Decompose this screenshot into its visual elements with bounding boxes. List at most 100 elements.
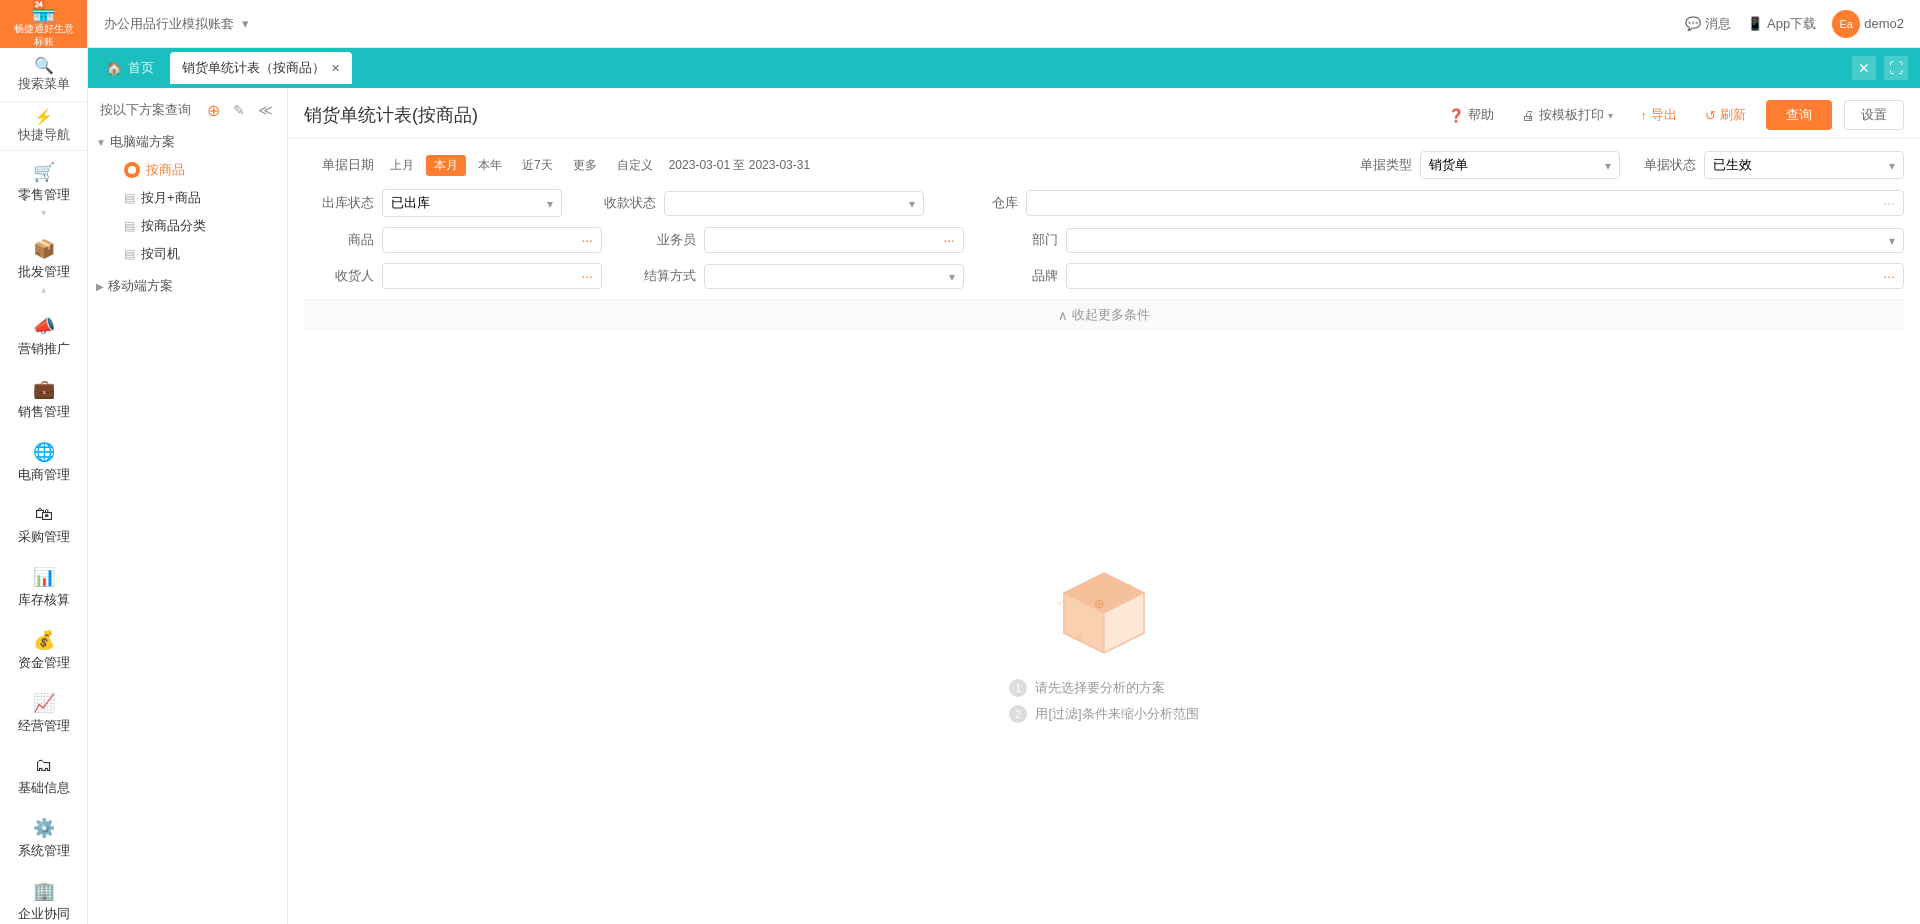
doc-type-chevron <box>1605 158 1611 173</box>
salesman-dots[interactable]: ··· <box>943 232 955 248</box>
sidebar-search[interactable]: 🔍 搜索菜单 <box>0 48 87 102</box>
storage-select[interactable]: ··· <box>1026 190 1904 216</box>
panel-header-label: 按以下方案查询 <box>100 101 191 119</box>
receiver-dots[interactable]: ··· <box>581 268 593 284</box>
filter-area: 单据日期 上月 本月 本年 近7天 更多 自定义 2023-03-01 至 20… <box>288 139 1920 342</box>
sidebar-item-base[interactable]: 🗂 基础信息 <box>0 745 87 807</box>
logo-text: 畅捷通好生意 <box>14 23 74 35</box>
salesman-label: 业务员 <box>626 231 696 249</box>
warehouse-label: 出库状态 <box>304 194 374 212</box>
ecom-icon: 🌐 <box>33 441 55 463</box>
scheme-by-goods-cat[interactable]: ▤ 按商品分类 <box>104 212 287 240</box>
app-download-btn[interactable]: 📱 App下载 <box>1747 15 1816 33</box>
date-label: 单据日期 <box>304 156 374 174</box>
inventory-icon: 📊 <box>33 566 55 588</box>
goods-dots[interactable]: ··· <box>581 232 593 248</box>
industry-dropdown-icon[interactable]: ▾ <box>242 16 249 31</box>
user-avatar-btn[interactable]: Ea demo2 <box>1832 10 1904 38</box>
logo-icon: 🏪 <box>31 0 56 23</box>
sidebar-item-marketing[interactable]: 📣 营销推广 <box>0 305 87 368</box>
warehouse-select[interactable]: 已出库 <box>382 189 562 217</box>
ops-icon: 📈 <box>33 692 55 714</box>
goods-select[interactable]: ··· <box>382 227 602 253</box>
messages-btn[interactable]: 💬 消息 <box>1685 15 1731 33</box>
help-btn[interactable]: ❓ 帮助 <box>1440 102 1502 128</box>
dept-label: 部门 <box>988 231 1058 249</box>
base-icon: 🗂 <box>35 755 53 776</box>
sidebar-item-ecom[interactable]: 🌐 电商管理 <box>0 431 87 494</box>
empty-tip-1: 1 请先选择要分析的方案 <box>1009 679 1198 697</box>
doc-status-value: 已生效 <box>1713 156 1752 174</box>
query-btn[interactable]: 查询 <box>1766 100 1832 130</box>
sidebar-item-retail[interactable]: 🛒 零售管理 ▾ <box>0 151 87 228</box>
brand-select[interactable]: ··· <box>1066 263 1904 289</box>
tabbar-close-btn[interactable]: ✕ <box>1852 56 1876 80</box>
storage-dots[interactable]: ··· <box>1883 195 1895 211</box>
date-pill-7days[interactable]: 近7天 <box>514 155 561 176</box>
salesman-select[interactable]: ··· <box>704 227 964 253</box>
date-pill-this-year[interactable]: 本年 <box>470 155 510 176</box>
collapse-panel-icon[interactable]: ≪ <box>255 100 275 120</box>
sidebar-item-ops[interactable]: 📈 经营管理 <box>0 682 87 745</box>
sidebar-item-enterprise[interactable]: 🏢 企业协同 <box>0 870 87 924</box>
system-icon: ⚙️ <box>33 817 55 839</box>
brand-dots[interactable]: ··· <box>1883 268 1895 284</box>
sidebar-item-purchase[interactable]: 🛍 采购管理 <box>0 494 87 556</box>
sidebar-item-sales[interactable]: 💼 销售管理 <box>0 368 87 431</box>
scheme-by-machine[interactable]: ▤ 按司机 <box>104 240 287 268</box>
tab-home[interactable]: 🏠 首页 <box>94 52 166 84</box>
collapse-filter-btn[interactable]: ∧ 收起更多条件 <box>304 299 1904 330</box>
print-dropdown-icon: ▾ <box>1608 110 1613 121</box>
tab-close-icon[interactable]: ✕ <box>331 62 340 75</box>
page-header: 销货单统计表(按商品) ❓ 帮助 🖨 按模板打印 ▾ ↑ 导出 <box>288 88 1920 139</box>
print-btn[interactable]: 🖨 按模板打印 ▾ <box>1514 102 1621 128</box>
logo-sub: 标账 <box>34 35 54 49</box>
left-panel: 按以下方案查询 ⊕ ✎ ≪ ▼ 电脑端方案 按商品 <box>88 88 288 924</box>
panel-icons: ⊕ ✎ ≪ <box>203 100 275 120</box>
empty-tips: 1 请先选择要分析的方案 2 用[过滤]条件来缩小分析范围 <box>1009 679 1198 723</box>
topbar: 办公用品行业模拟账套 ▾ 💬 消息 📱 App下载 Ea demo2 <box>88 0 1920 48</box>
industry-label: 办公用品行业模拟账套 <box>104 15 234 33</box>
date-range-display: 2023-03-01 至 2023-03-31 <box>669 157 810 174</box>
date-pill-last-month[interactable]: 上月 <box>382 155 422 176</box>
settlement-chevron <box>949 269 955 284</box>
tree-expand-mobile-icon: ▶ <box>96 281 104 292</box>
date-pill-this-month[interactable]: 本月 <box>426 155 466 176</box>
add-scheme-icon[interactable]: ⊕ <box>203 100 223 120</box>
topbar-left: 办公用品行业模拟账套 ▾ <box>104 15 249 33</box>
sidebar: 🏪 畅捷通好生意 标账 🔍 搜索菜单 ⚡ 快捷导航 🛒 零售管理 ▾ 📦 批发管… <box>0 0 88 924</box>
tree-group-pc[interactable]: ▼ 电脑端方案 <box>88 128 287 156</box>
filter-row-3: 商品 ··· 业务员 ··· 部门 <box>304 227 1904 253</box>
doc-status-label: 单据状态 <box>1636 156 1696 174</box>
edit-scheme-icon[interactable]: ✎ <box>229 100 249 120</box>
receiver-label: 收货人 <box>304 267 374 285</box>
receiver-select[interactable]: ··· <box>382 263 602 289</box>
sidebar-item-system[interactable]: ⚙️ 系统管理 <box>0 807 87 870</box>
dept-select[interactable] <box>1066 228 1904 253</box>
sidebar-item-wholesale[interactable]: 📦 批发管理 ▴ <box>0 228 87 305</box>
tabbar-expand-btn[interactable]: ⛶ <box>1884 56 1908 80</box>
settlement-select[interactable] <box>704 264 964 289</box>
doc-type-select[interactable]: 销货单 <box>1420 151 1620 179</box>
refresh-btn[interactable]: ↺ 刷新 <box>1697 102 1754 128</box>
doc-status-select[interactable]: 已生效 <box>1704 151 1904 179</box>
enterprise-icon: 🏢 <box>33 880 55 902</box>
page-actions: ❓ 帮助 🖨 按模板打印 ▾ ↑ 导出 ↺ 刷新 <box>1440 100 1905 130</box>
main-area: 办公用品行业模拟账套 ▾ 💬 消息 📱 App下载 Ea demo2 🏠 首页 <box>88 0 1920 924</box>
date-pill-more[interactable]: 更多 <box>565 155 605 176</box>
scheme-by-goods[interactable]: 按商品 <box>104 156 287 184</box>
sidebar-item-inventory[interactable]: 📊 库存核算 <box>0 556 87 619</box>
empty-svg: ⊕ <box>1044 543 1164 663</box>
collection-select[interactable] <box>664 191 924 216</box>
home-icon: 🏠 <box>106 61 122 76</box>
sidebar-quicknav[interactable]: ⚡ 快捷导航 <box>0 102 87 151</box>
date-pill-custom[interactable]: 自定义 <box>609 155 661 176</box>
settings-btn[interactable]: 设置 <box>1844 100 1904 130</box>
scheme-by-month-goods[interactable]: ▤ 按月+商品 <box>104 184 287 212</box>
app-logo[interactable]: 🏪 畅捷通好生意 标账 <box>0 0 87 48</box>
sidebar-item-finance[interactable]: 💰 资金管理 <box>0 619 87 682</box>
dept-chevron <box>1889 233 1895 248</box>
tree-group-mobile[interactable]: ▶ 移动端方案 <box>88 272 287 300</box>
export-btn[interactable]: ↑ 导出 <box>1633 102 1686 128</box>
tab-report[interactable]: 销货单统计表（按商品） ✕ <box>170 52 352 84</box>
